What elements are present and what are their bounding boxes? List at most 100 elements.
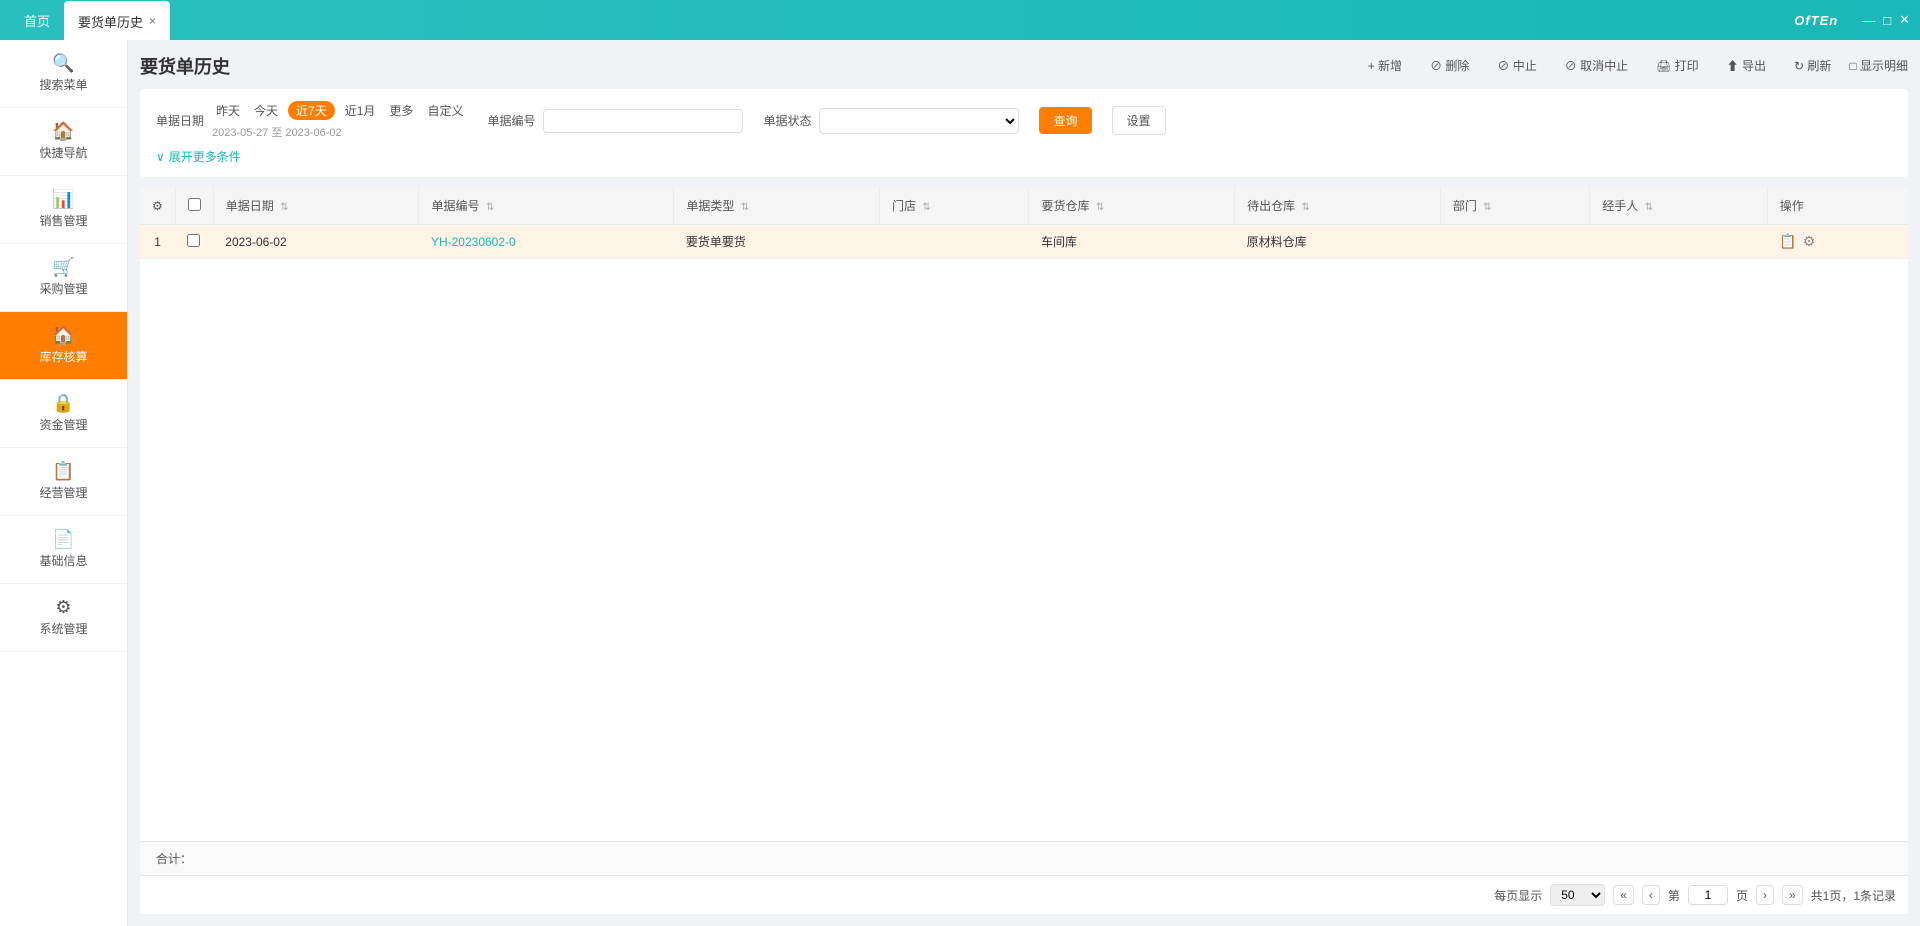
page-header: 要货单历史 + 新增 ⊘ 删除 ⊘ 中止 ⊘ 取消中止 🖨 打印 ⬆ 导出 ↻ … <box>140 52 1908 79</box>
th-date[interactable]: 单据日期 ⇅ <box>213 187 419 225</box>
date-filter: 单据日期 昨天 今天 近7天 近1月 更多 自定义 2023-05-27 至 2… <box>156 101 467 140</box>
checkbox-th <box>175 187 213 225</box>
th-handler[interactable]: 经手人 ⇅ <box>1590 187 1768 225</box>
first-page-btn[interactable]: « <box>1613 885 1634 905</box>
shortcut-custom[interactable]: 自定义 <box>423 101 467 120</box>
sidebar-item-basic-info[interactable]: 📄 基础信息 <box>0 516 127 584</box>
th-pending-warehouse[interactable]: 待出仓库 ⇅ <box>1235 187 1441 225</box>
print-button[interactable]: 🖨 打印 <box>1646 52 1709 79</box>
settings-icon-th[interactable]: ⚙ <box>140 187 175 225</box>
toolbar: + 新增 ⊘ 删除 ⊘ 中止 ⊘ 取消中止 🖨 打印 ⬆ 导出 ↻ 刷新 □ 显… <box>1358 52 1908 79</box>
filter-row: 单据日期 昨天 今天 近7天 近1月 更多 自定义 2023-05-27 至 2… <box>156 101 1892 140</box>
last-page-btn[interactable]: » <box>1782 885 1803 905</box>
page-input[interactable]: 1 <box>1688 885 1728 905</box>
tab-requisition-history[interactable]: 要货单历史 × <box>64 1 170 41</box>
sort-pending-warehouse-icon: ⇅ <box>1301 202 1309 213</box>
more-op-btn[interactable]: ⚙ <box>1803 233 1816 250</box>
sidebar-item-purchase-mgmt[interactable]: 🛒 采购管理 <box>0 244 127 312</box>
tab-home[interactable]: 首页 <box>10 0 64 40</box>
window-controls: OfTEn — □ ✕ <box>1794 12 1910 28</box>
sidebar-item-label: 库存核算 <box>39 348 87 365</box>
sidebar-item-label: 快捷导航 <box>39 144 87 161</box>
sidebar-item-finance[interactable]: 🔒 资金管理 <box>0 380 127 448</box>
sidebar-item-label: 采购管理 <box>39 280 87 297</box>
sidebar-item-operation[interactable]: 📋 经营管理 <box>0 448 127 516</box>
row-checkbox-cell <box>175 225 213 259</box>
th-order-no[interactable]: 单据编号 ⇅ <box>419 187 674 225</box>
row-checkbox[interactable] <box>187 234 200 247</box>
status-label: 单据状态 <box>763 112 811 129</box>
th-store[interactable]: 门店 ⇅ <box>880 187 1029 225</box>
refresh-button[interactable]: ↻ 刷新 <box>1784 52 1841 79</box>
shortcut-1month[interactable]: 近1月 <box>341 101 380 120</box>
shortcut-more[interactable]: 更多 <box>385 101 417 120</box>
sort-date-icon: ⇅ <box>280 202 288 213</box>
date-range-text: 2023-05-27 至 2023-06-02 <box>212 124 467 140</box>
select-all-checkbox[interactable] <box>188 198 201 211</box>
sidebar-item-label: 销售管理 <box>39 212 87 229</box>
close-btn[interactable]: ✕ <box>1899 12 1910 28</box>
row-num-cell: 1 <box>140 225 175 259</box>
content-area: 要货单历史 + 新增 ⊘ 删除 ⊘ 中止 ⊘ 取消中止 🖨 打印 ⬆ 导出 ↻ … <box>128 40 1920 926</box>
req-warehouse-cell: 车间库 <box>1029 225 1235 259</box>
status-select[interactable] <box>819 108 1019 134</box>
new-button[interactable]: + 新增 <box>1358 52 1412 79</box>
order-no-input[interactable] <box>543 109 743 133</box>
page-label: 第 <box>1668 887 1680 904</box>
operation-icon: 📋 <box>52 462 74 480</box>
cancel-stop-button[interactable]: ⊘ 取消中止 <box>1555 52 1638 79</box>
shortcut-7days[interactable]: 近7天 <box>288 101 335 120</box>
query-button[interactable]: 查询 <box>1039 107 1091 134</box>
total-info: 共1页，1条记录 <box>1811 887 1896 904</box>
inventory-icon: 🏠 <box>52 326 74 344</box>
sort-order-no-icon: ⇅ <box>486 202 494 213</box>
basic-info-icon: 📄 <box>52 530 74 548</box>
order-no-link[interactable]: YH-20230602-0 <box>431 235 516 249</box>
sidebar: 🔍 搜索菜单 🏠 快捷导航 📊 销售管理 🛒 采购管理 🏠 库存核算 🔒 资金管… <box>0 40 128 926</box>
sidebar-item-quick-nav[interactable]: 🏠 快捷导航 <box>0 108 127 176</box>
export-button[interactable]: ⬆ 导出 <box>1717 52 1776 79</box>
sidebar-item-search-menu[interactable]: 🔍 搜索菜单 <box>0 40 127 108</box>
sidebar-item-sales-mgmt[interactable]: 📊 销售管理 <box>0 176 127 244</box>
tab-requisition-label: 要货单历史 <box>78 12 143 31</box>
order-no-label: 单据编号 <box>487 112 535 129</box>
edit-op-btn[interactable]: 📋 <box>1779 233 1796 250</box>
store-cell <box>880 225 1029 259</box>
pending-warehouse-cell: 原材料仓库 <box>1235 225 1441 259</box>
prev-page-btn[interactable]: ‹ <box>1642 885 1660 905</box>
th-order-type[interactable]: 单据类型 ⇅ <box>674 187 880 225</box>
display-detail-btn[interactable]: □ 显示明细 <box>1849 57 1908 74</box>
sort-dept-icon: ⇅ <box>1483 202 1491 213</box>
sort-req-warehouse-icon: ⇅ <box>1096 202 1104 213</box>
system-mgmt-icon: ⚙ <box>55 598 71 616</box>
th-req-warehouse[interactable]: 要货仓库 ⇅ <box>1029 187 1235 225</box>
next-page-btn[interactable]: › <box>1756 885 1774 905</box>
status-filter: 单据状态 <box>763 108 1019 134</box>
sidebar-item-label: 经营管理 <box>39 484 87 501</box>
brand-label: OfTEn <box>1794 13 1838 28</box>
maximize-btn[interactable]: □ <box>1883 13 1891 28</box>
sidebar-item-label: 搜索菜单 <box>39 76 87 93</box>
order-no-cell[interactable]: YH-20230602-0 <box>419 225 674 259</box>
sidebar-item-system-mgmt[interactable]: ⚙ 系统管理 <box>0 584 127 652</box>
order-no-filter: 单据编号 <box>487 109 743 133</box>
sidebar-item-inventory[interactable]: 🏠 库存核算 <box>0 312 127 380</box>
sidebar-item-label: 基础信息 <box>39 552 87 569</box>
shortcut-today[interactable]: 今天 <box>250 101 282 120</box>
sort-handler-icon: ⇅ <box>1645 202 1653 213</box>
table-header-row: ⚙ 单据日期 ⇅ 单据编号 ⇅ 单据类型 <box>140 187 1908 225</box>
dept-cell <box>1440 225 1589 259</box>
page-size-select[interactable]: 50 10 20 100 <box>1550 884 1605 906</box>
shortcut-yesterday[interactable]: 昨天 <box>212 101 244 120</box>
expand-more-btn[interactable]: ∨ 展开更多条件 <box>156 148 1892 165</box>
page-size-label: 每页显示 <box>1494 887 1542 904</box>
date-filter-group: 昨天 今天 近7天 近1月 更多 自定义 2023-05-27 至 2023-0… <box>212 101 467 140</box>
th-dept[interactable]: 部门 ⇅ <box>1440 187 1589 225</box>
delete-button[interactable]: ⊘ 删除 <box>1420 52 1479 79</box>
tab-close-btn[interactable]: × <box>149 14 156 28</box>
stop-button[interactable]: ⊘ 中止 <box>1487 52 1546 79</box>
minimize-btn[interactable]: — <box>1862 13 1875 28</box>
settings-button[interactable]: 设置 <box>1112 106 1166 135</box>
date-cell: 2023-06-02 <box>213 225 419 259</box>
order-type-cell: 要货单要货 <box>674 225 880 259</box>
